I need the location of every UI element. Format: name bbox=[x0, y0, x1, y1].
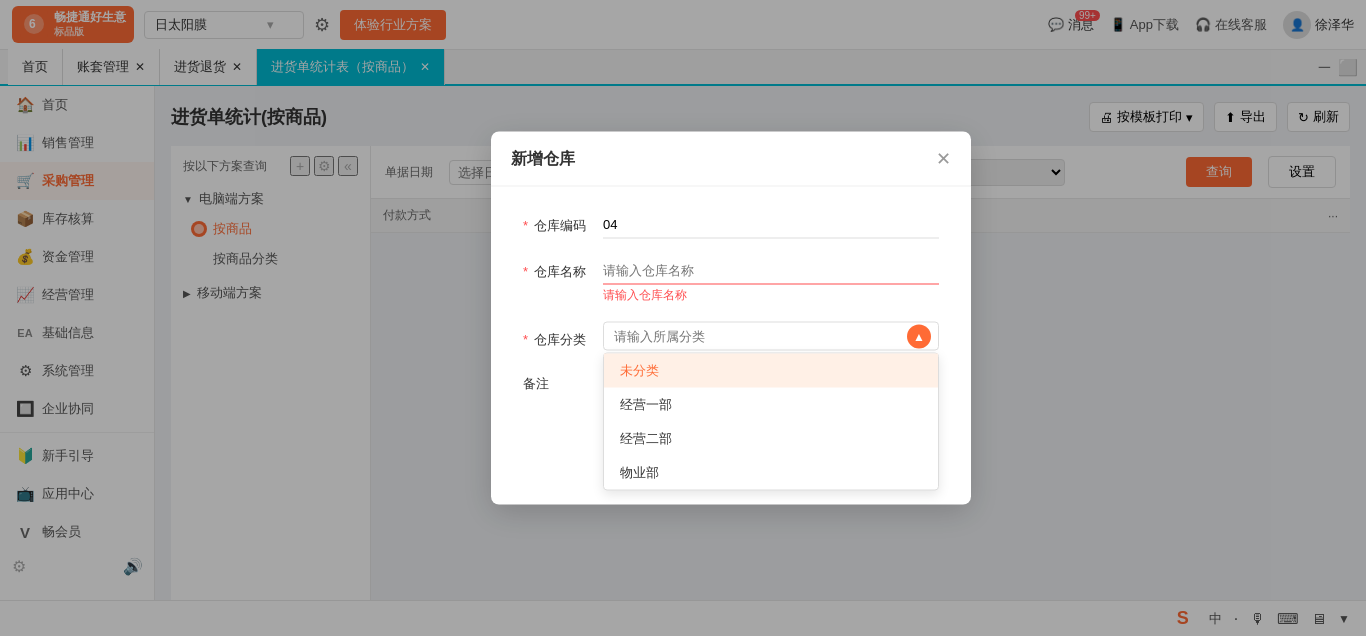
modal-body: * 仓库编码 * 仓库名称 请输入仓库名称 * 仓库分类 bbox=[491, 187, 971, 439]
category-select-wrap: ▲ 未分类 经营一部 经营二部 物业部 bbox=[603, 322, 939, 351]
modal-header: 新增仓库 ✕ bbox=[491, 132, 971, 187]
dropdown-item-property[interactable]: 物业部 bbox=[604, 456, 938, 490]
dropdown-item-dept1[interactable]: 经营一部 bbox=[604, 388, 938, 422]
name-label: * 仓库名称 bbox=[523, 257, 603, 281]
form-row-name: * 仓库名称 请输入仓库名称 bbox=[523, 257, 939, 304]
modal-title: 新增仓库 bbox=[511, 148, 575, 169]
category-label: * 仓库分类 bbox=[523, 324, 603, 348]
category-select-input[interactable] bbox=[603, 322, 939, 351]
code-label: * 仓库编码 bbox=[523, 211, 603, 235]
name-error-msg: 请输入仓库名称 bbox=[603, 287, 939, 304]
form-row-category: * 仓库分类 ▲ 未分类 经营一部 经营二部 物业部 bbox=[523, 322, 939, 351]
modal-close-button[interactable]: ✕ bbox=[936, 148, 951, 170]
name-input-wrap: 请输入仓库名称 bbox=[603, 257, 939, 304]
modal-new-warehouse: 新增仓库 ✕ * 仓库编码 * 仓库名称 请输入仓库名称 bbox=[491, 132, 971, 505]
name-input[interactable] bbox=[603, 257, 939, 285]
code-input[interactable] bbox=[603, 211, 939, 239]
dropdown-item-uncategorized[interactable]: 未分类 bbox=[604, 354, 938, 388]
form-row-code: * 仓库编码 bbox=[523, 211, 939, 239]
remark-label: 备注 bbox=[523, 369, 603, 393]
code-input-wrap bbox=[603, 211, 939, 239]
dropdown-item-dept2[interactable]: 经营二部 bbox=[604, 422, 938, 456]
category-chevron-icon[interactable]: ▲ bbox=[907, 324, 931, 348]
category-dropdown: 未分类 经营一部 经营二部 物业部 bbox=[603, 353, 939, 491]
